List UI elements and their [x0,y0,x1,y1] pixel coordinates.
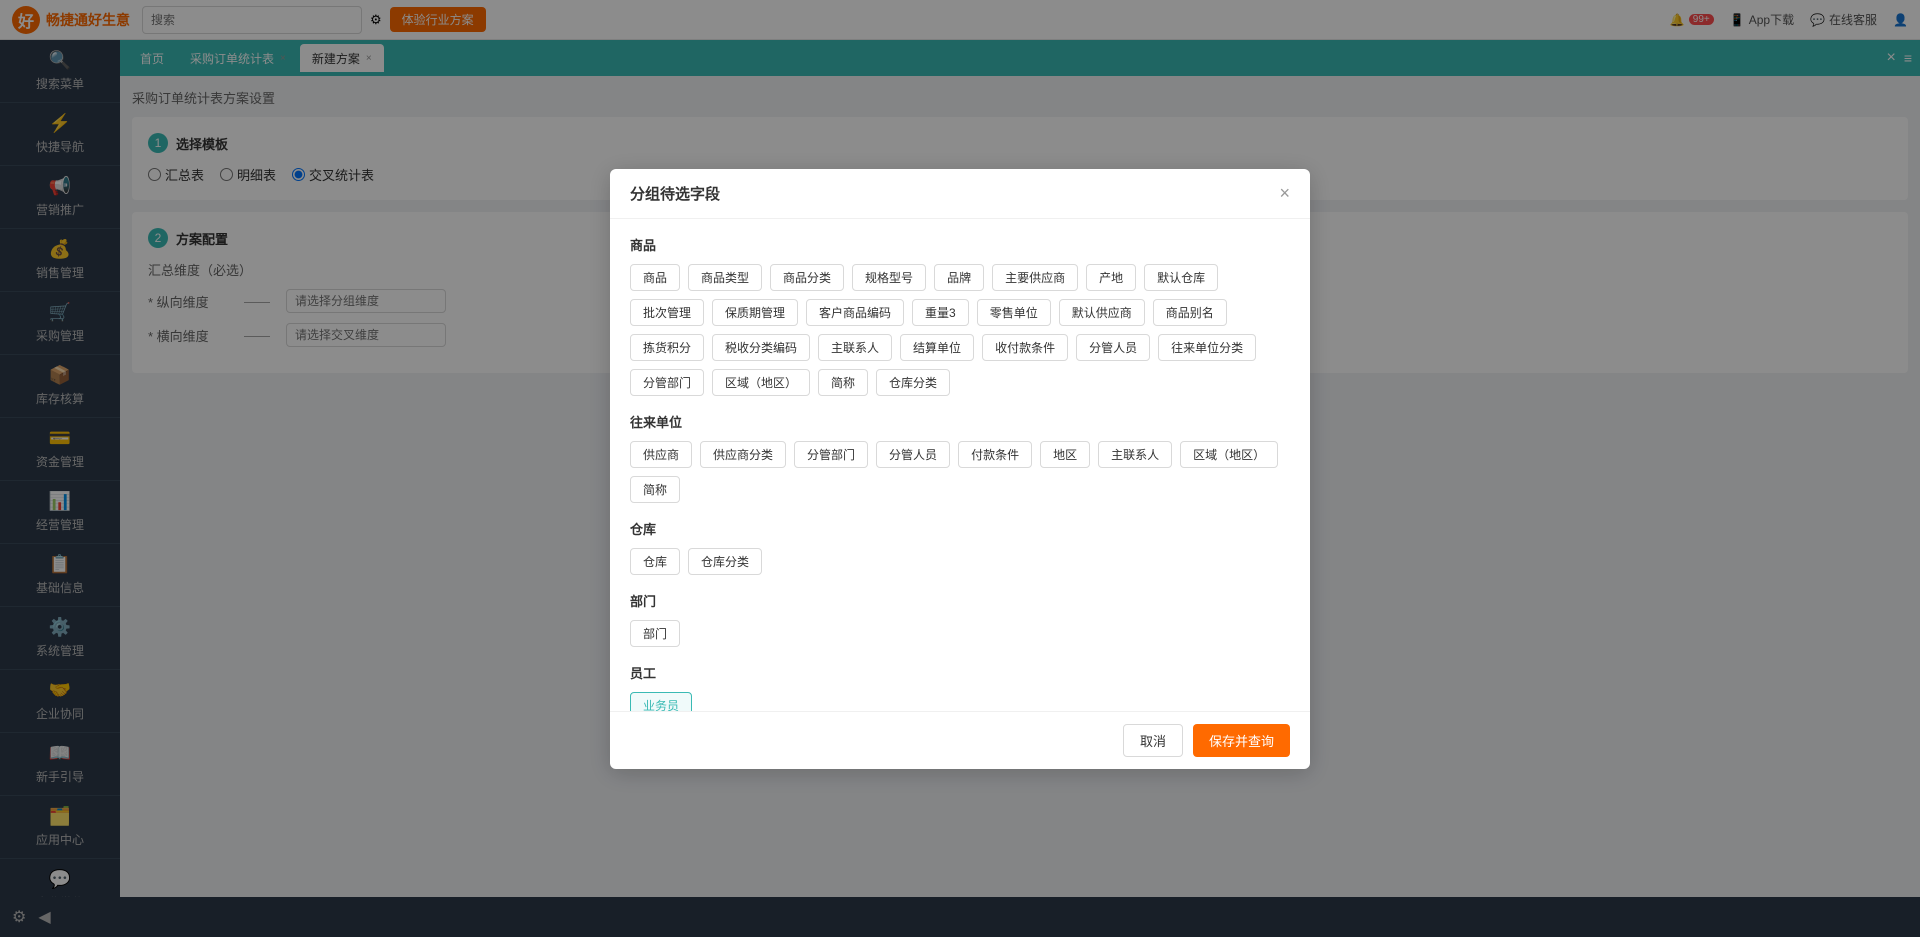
section-employee: 员工 业务员 [630,663,1290,711]
section-partner-tags: 供应商 供应商分类 分管部门 分管人员 付款条件 地区 主联系人 区域（地区） … [630,441,1290,503]
field-tag-partner-contact[interactable]: 主联系人 [1098,441,1172,468]
modal-close-btn[interactable]: × [1279,184,1290,202]
section-employee-tags: 业务员 [630,692,1290,711]
field-tag-brand[interactable]: 品牌 [934,264,984,291]
field-tag-shelf-life[interactable]: 保质期管理 [712,299,798,326]
field-tag-default-warehouse[interactable]: 默认仓库 [1144,264,1218,291]
modal-cancel-btn[interactable]: 取消 [1123,724,1183,757]
section-goods-title: 商品 [630,235,1290,254]
field-tag-weight[interactable]: 重量3 [912,299,969,326]
field-tag-manager[interactable]: 分管人员 [1076,334,1150,361]
field-tag-warehouse-cat[interactable]: 仓库分类 [688,548,762,575]
field-tag-partner-category[interactable]: 往来单位分类 [1158,334,1256,361]
modal-header: 分组待选字段 × [610,169,1310,219]
section-warehouse: 仓库 仓库 仓库分类 [630,519,1290,575]
modal-overlay: 分组待选字段 × 商品 商品 商品类型 商品分类 规格型号 品牌 主要供应商 产… [0,0,1920,937]
modal-body: 商品 商品 商品类型 商品分类 规格型号 品牌 主要供应商 产地 默认仓库 批次… [610,219,1310,711]
field-tag-dept[interactable]: 部门 [630,620,680,647]
field-tag-warehouse-category[interactable]: 仓库分类 [876,369,950,396]
field-tag-default-supplier[interactable]: 默认供应商 [1059,299,1145,326]
field-tag-goods-type[interactable]: 商品类型 [688,264,762,291]
field-tag-partner-manager[interactable]: 分管人员 [876,441,950,468]
field-tag-customer-code[interactable]: 客户商品编码 [806,299,904,326]
field-tag-spec-type[interactable]: 规格型号 [852,264,926,291]
field-tag-supplier[interactable]: 供应商 [630,441,692,468]
field-tag-warehouse[interactable]: 仓库 [630,548,680,575]
section-dept: 部门 部门 [630,591,1290,647]
field-tag-partner-region[interactable]: 区域（地区） [1180,441,1278,468]
field-tag-payment-terms[interactable]: 收付款条件 [982,334,1068,361]
field-tag-partner-short[interactable]: 简称 [630,476,680,503]
section-dept-tags: 部门 [630,620,1290,647]
field-tag-pick-points[interactable]: 拣货积分 [630,334,704,361]
field-tag-salesperson[interactable]: 业务员 [630,692,692,711]
field-tag-region[interactable]: 区域（地区） [712,369,810,396]
modal-footer: 取消 保存并查询 [610,711,1310,769]
modal: 分组待选字段 × 商品 商品 商品类型 商品分类 规格型号 品牌 主要供应商 产… [610,169,1310,769]
field-tag-short-name[interactable]: 简称 [818,369,868,396]
modal-confirm-btn[interactable]: 保存并查询 [1193,724,1290,757]
field-tag-partner-dept[interactable]: 分管部门 [794,441,868,468]
section-warehouse-tags: 仓库 仓库分类 [630,548,1290,575]
field-tag-retail-unit[interactable]: 零售单位 [977,299,1051,326]
field-tag-supplier-category[interactable]: 供应商分类 [700,441,786,468]
field-tag-goods-category[interactable]: 商品分类 [770,264,844,291]
section-partner-title: 往来单位 [630,412,1290,431]
field-tag-main-supplier[interactable]: 主要供应商 [992,264,1078,291]
field-tag-batch-manage[interactable]: 批次管理 [630,299,704,326]
field-tag-dept-manage[interactable]: 分管部门 [630,369,704,396]
field-tag-area[interactable]: 地区 [1040,441,1090,468]
section-partner: 往来单位 供应商 供应商分类 分管部门 分管人员 付款条件 地区 主联系人 区域… [630,412,1290,503]
field-tag-main-contact[interactable]: 主联系人 [818,334,892,361]
modal-title: 分组待选字段 [630,183,720,204]
section-goods-tags: 商品 商品类型 商品分类 规格型号 品牌 主要供应商 产地 默认仓库 批次管理 … [630,264,1290,396]
field-tag-goods-alias[interactable]: 商品别名 [1153,299,1227,326]
field-tag-tax-code[interactable]: 税收分类编码 [712,334,810,361]
field-tag-settlement-unit[interactable]: 结算单位 [900,334,974,361]
section-goods: 商品 商品 商品类型 商品分类 规格型号 品牌 主要供应商 产地 默认仓库 批次… [630,235,1290,396]
section-warehouse-title: 仓库 [630,519,1290,538]
section-employee-title: 员工 [630,663,1290,682]
field-tag-payment-cond[interactable]: 付款条件 [958,441,1032,468]
section-dept-title: 部门 [630,591,1290,610]
field-tag-goods[interactable]: 商品 [630,264,680,291]
field-tag-origin[interactable]: 产地 [1086,264,1136,291]
